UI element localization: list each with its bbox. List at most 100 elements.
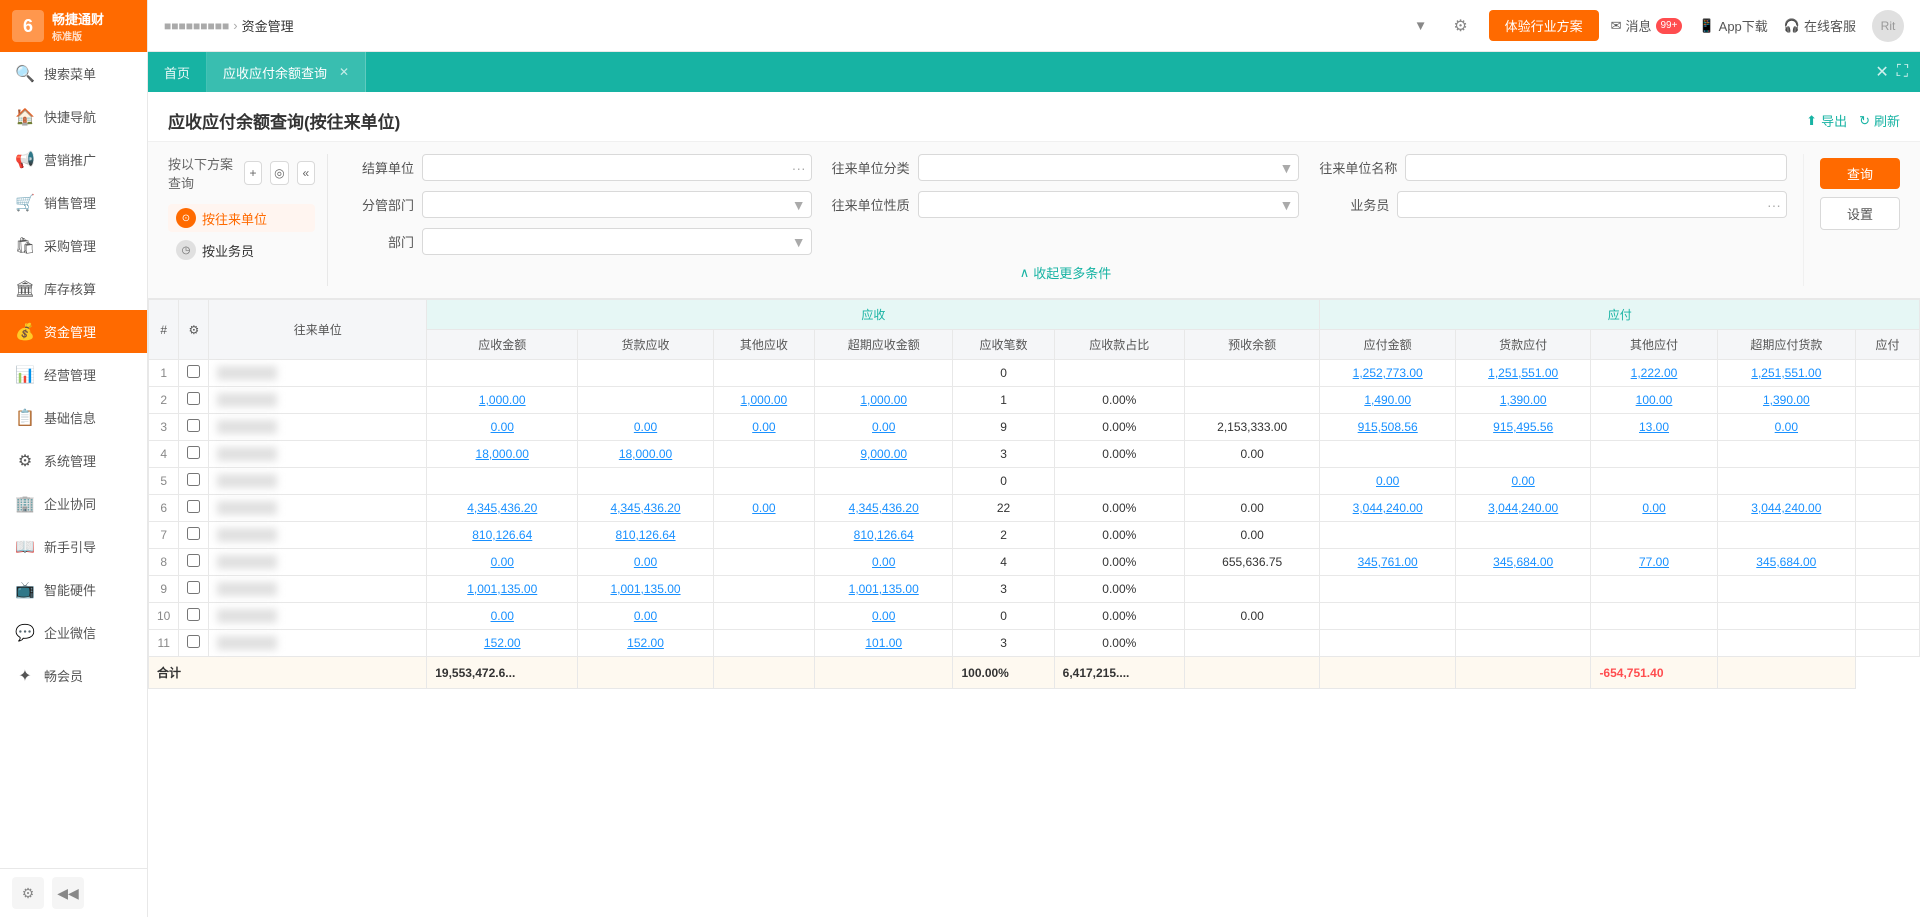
row-data-cell[interactable]: 13.00 xyxy=(1591,414,1717,441)
row-data-cell[interactable]: 3,044,240.00 xyxy=(1717,495,1856,522)
sidebar-item-finance[interactable]: 💰 资金管理 xyxy=(0,310,147,353)
row-data-cell[interactable]: 0.00 xyxy=(427,549,578,576)
sidebar-item-quick-nav[interactable]: 🏠 快捷导航 xyxy=(0,95,147,138)
tab-expand-btn[interactable]: ⛶ xyxy=(1897,63,1908,81)
sidebar-item-member[interactable]: ✦ 畅会员 xyxy=(0,654,147,697)
collapse-left-btn[interactable]: « xyxy=(297,161,315,185)
row-data-cell[interactable]: 1,390.00 xyxy=(1455,387,1591,414)
sidebar-item-purchase[interactable]: 🛍 采购管理 xyxy=(0,224,147,267)
row-data-cell[interactable]: 0.00 xyxy=(1591,495,1717,522)
sidebar-item-wechat[interactable]: 💬 企业微信 xyxy=(0,611,147,654)
app-download-btn[interactable]: 📱 App下载 xyxy=(1698,16,1767,35)
row-data-cell[interactable]: 1,001,135.00 xyxy=(427,576,578,603)
query-btn[interactable]: 查询 xyxy=(1820,158,1900,189)
row-data-cell[interactable]: 810,126.64 xyxy=(578,522,714,549)
row-data-cell[interactable]: 18,000.00 xyxy=(578,441,714,468)
row-data-cell[interactable]: 1,252,773.00 xyxy=(1320,360,1456,387)
row-data-cell[interactable]: 1,000.00 xyxy=(814,387,953,414)
footer-prepaid[interactable]: 6,417,215.... xyxy=(1054,657,1184,689)
sidebar-item-search-menu[interactable]: 🔍 搜索菜单 xyxy=(0,52,147,95)
sidebar-item-system[interactable]: ⚙ 系统管理 xyxy=(0,439,147,482)
message-btn[interactable]: ✉ 消息 99+ xyxy=(1611,16,1683,35)
settlement-unit-input[interactable] xyxy=(422,154,812,181)
col-settings[interactable]: ⚙ xyxy=(179,300,209,360)
row-check-cell[interactable] xyxy=(179,576,209,603)
row-data-cell[interactable]: 4,345,436.20 xyxy=(814,495,953,522)
row-data-cell[interactable]: 345,684.00 xyxy=(1717,549,1856,576)
row-data-cell[interactable]: 100.00 xyxy=(1591,387,1717,414)
row-check-cell[interactable] xyxy=(179,387,209,414)
row-data-cell[interactable]: 1,222.00 xyxy=(1591,360,1717,387)
collapse-more-btn[interactable]: ∧ 收起更多条件 xyxy=(344,255,1787,286)
row-data-cell[interactable]: 1,251,551.00 xyxy=(1717,360,1856,387)
row-data-cell[interactable]: 0.00 xyxy=(427,603,578,630)
sidebar-item-enterprise[interactable]: 🏢 企业协同 xyxy=(0,482,147,525)
footer-total-recv[interactable]: 19,553,472.6... xyxy=(427,657,578,689)
row-check-cell[interactable] xyxy=(179,522,209,549)
online-service-btn[interactable]: 🎧 在线客服 xyxy=(1784,16,1856,35)
row-data-cell[interactable]: 152.00 xyxy=(427,630,578,657)
row-data-cell[interactable]: 9,000.00 xyxy=(814,441,953,468)
row-data-cell[interactable]: 77.00 xyxy=(1591,549,1717,576)
row-data-cell[interactable]: 0.00 xyxy=(427,414,578,441)
sidebar-item-marketing[interactable]: 📢 营销推广 xyxy=(0,138,147,181)
row-data-cell[interactable]: 810,126.64 xyxy=(814,522,953,549)
row-data-cell[interactable]: 1,000.00 xyxy=(427,387,578,414)
tab-close-icon[interactable]: ✕ xyxy=(339,65,349,79)
row-data-cell[interactable]: 0.00 xyxy=(814,414,953,441)
row-data-cell[interactable]: 345,761.00 xyxy=(1320,549,1456,576)
row-check-cell[interactable] xyxy=(179,495,209,522)
sidebar-item-guide[interactable]: 📖 新手引导 xyxy=(0,525,147,568)
tab-ar-ap[interactable]: 应收应付余额查询 ✕ xyxy=(207,52,366,92)
setting-btn[interactable]: 设置 xyxy=(1820,197,1900,230)
sidebar-item-sales[interactable]: 🛒 销售管理 xyxy=(0,181,147,224)
sidebar-item-inventory[interactable]: 🏛 库存核算 xyxy=(0,267,147,310)
sidebar-item-hardware[interactable]: 📺 智能硬件 xyxy=(0,568,147,611)
row-data-cell[interactable]: 0.00 xyxy=(814,549,953,576)
add-filter-btn[interactable]: + xyxy=(244,161,262,185)
breadcrumb-dropdown-btn[interactable]: ▼ xyxy=(1409,14,1433,38)
row-data-cell[interactable]: 0.00 xyxy=(1320,468,1456,495)
row-data-cell[interactable]: 1,000.00 xyxy=(713,387,814,414)
row-data-cell[interactable]: 4,345,436.20 xyxy=(427,495,578,522)
user-avatar[interactable]: Rit xyxy=(1872,10,1904,42)
row-data-cell[interactable]: 0.00 xyxy=(578,549,714,576)
row-check-cell[interactable] xyxy=(179,360,209,387)
row-data-cell[interactable]: 0.00 xyxy=(578,603,714,630)
row-data-cell[interactable]: 0.00 xyxy=(713,495,814,522)
row-data-cell[interactable]: 0.00 xyxy=(1717,414,1856,441)
row-data-cell[interactable]: 18,000.00 xyxy=(427,441,578,468)
division-select[interactable] xyxy=(422,191,812,218)
row-check-cell[interactable] xyxy=(179,603,209,630)
row-data-cell[interactable]: 0.00 xyxy=(578,414,714,441)
row-data-cell[interactable]: 1,001,135.00 xyxy=(814,576,953,603)
filter-by-unit[interactable]: ⊙ 按往来单位 xyxy=(168,204,315,232)
row-data-cell[interactable]: 1,390.00 xyxy=(1717,387,1856,414)
row-data-cell[interactable]: 152.00 xyxy=(578,630,714,657)
settings-filter-btn[interactable]: ◎ xyxy=(270,161,288,185)
row-data-cell[interactable]: 0.00 xyxy=(1455,468,1591,495)
sidebar-collapse-btn[interactable]: ◀◀ xyxy=(52,877,84,909)
unit-nature-select[interactable] xyxy=(918,191,1300,218)
row-data-cell[interactable]: 1,490.00 xyxy=(1320,387,1456,414)
row-data-cell[interactable]: 915,495.56 xyxy=(1455,414,1591,441)
trial-btn[interactable]: 体验行业方案 xyxy=(1489,10,1599,41)
row-check-cell[interactable] xyxy=(179,441,209,468)
row-data-cell[interactable]: 345,684.00 xyxy=(1455,549,1591,576)
row-check-cell[interactable] xyxy=(179,414,209,441)
row-data-cell[interactable]: 1,251,551.00 xyxy=(1455,360,1591,387)
sidebar-settings-btn[interactable]: ⚙ xyxy=(12,877,44,909)
row-data-cell[interactable]: 3,044,240.00 xyxy=(1455,495,1591,522)
salesman-input[interactable] xyxy=(1397,191,1787,218)
filter-by-salesman[interactable]: ◷ 按业务员 xyxy=(168,236,315,264)
sidebar-item-basic[interactable]: 📋 基础信息 xyxy=(0,396,147,439)
row-data-cell[interactable]: 1,001,135.00 xyxy=(578,576,714,603)
row-check-cell[interactable] xyxy=(179,468,209,495)
export-btn[interactable]: ⬆ 导出 xyxy=(1806,111,1847,130)
refresh-btn[interactable]: ↻ 刷新 xyxy=(1859,111,1900,130)
unit-name-input[interactable] xyxy=(1405,154,1787,181)
row-data-cell[interactable]: 0.00 xyxy=(814,603,953,630)
tab-close-window-btn[interactable]: ✕ xyxy=(1875,62,1888,82)
row-check-cell[interactable] xyxy=(179,549,209,576)
row-data-cell[interactable]: 915,508.56 xyxy=(1320,414,1456,441)
